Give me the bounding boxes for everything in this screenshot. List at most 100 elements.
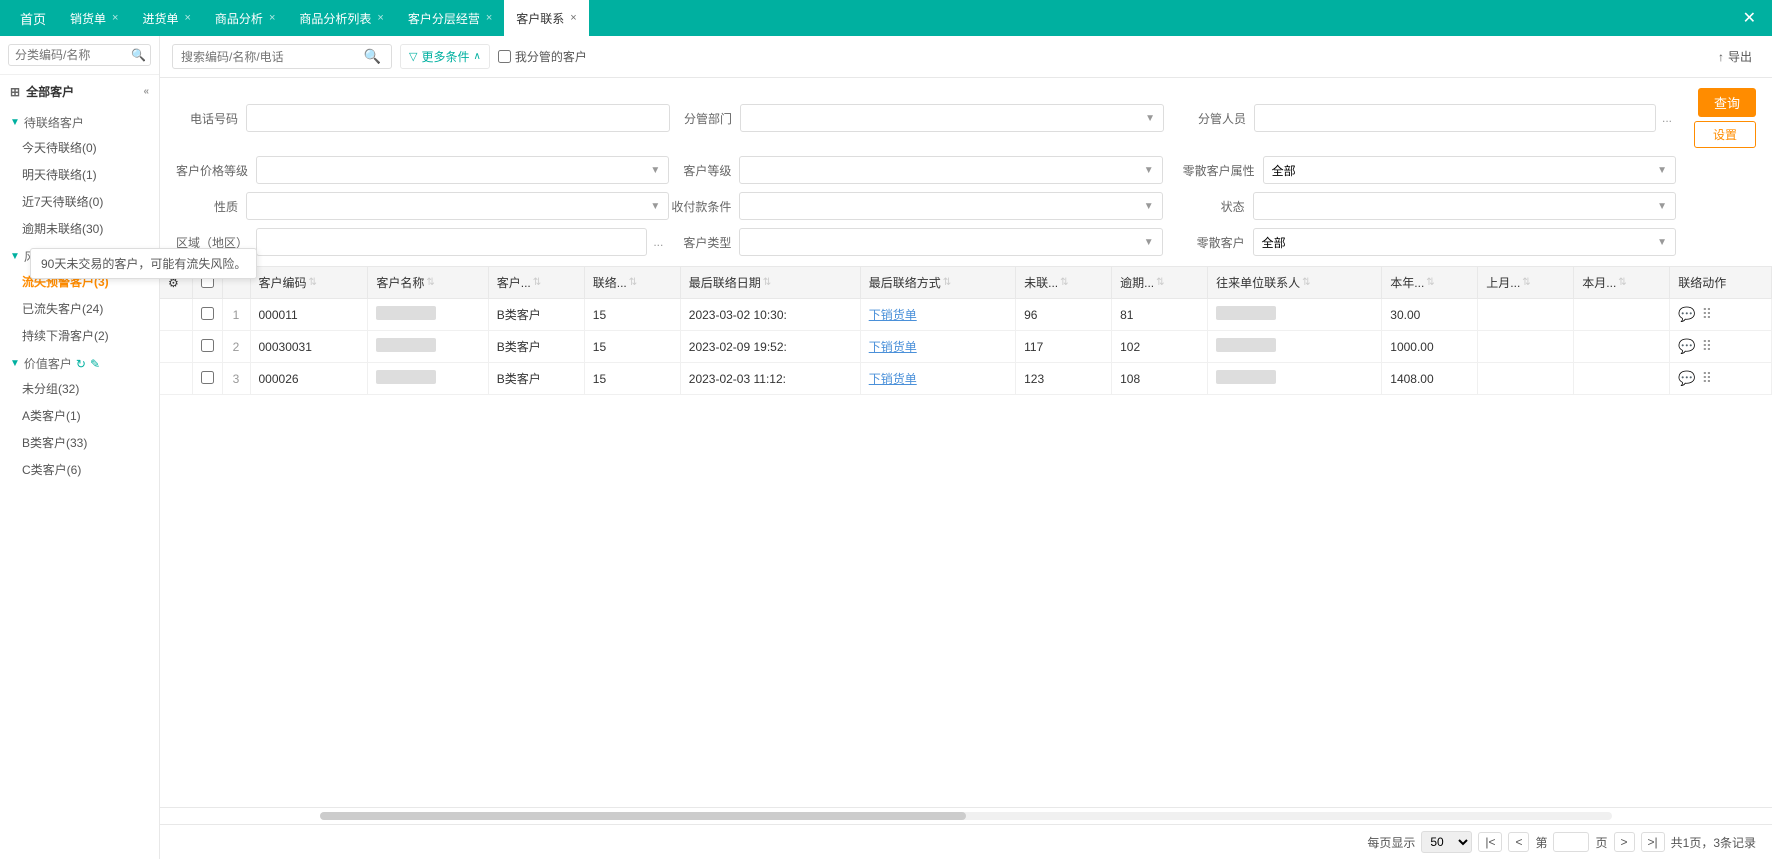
th-type[interactable]: 客户...⇅ bbox=[488, 267, 584, 299]
filter-retail-attr-select[interactable]: 全部 ▼ bbox=[1263, 156, 1676, 184]
more-icon-r2[interactable]: ⠿ bbox=[1702, 338, 1712, 355]
my-customers-checkbox[interactable] bbox=[498, 50, 511, 63]
filter-manager-select[interactable] bbox=[1254, 104, 1656, 132]
td-ty-r2: 1000.00 bbox=[1382, 331, 1478, 363]
filter-status-select[interactable]: ▼ bbox=[1253, 192, 1676, 220]
filter-price-tier-select[interactable]: ▼ bbox=[256, 156, 669, 184]
filter-phone-input[interactable] bbox=[246, 104, 670, 132]
query-button[interactable]: 查询 bbox=[1698, 88, 1756, 117]
prev-page-button[interactable]: < bbox=[1508, 832, 1529, 852]
td-name-r3 bbox=[368, 363, 488, 395]
per-page-select[interactable]: 50 100 bbox=[1421, 831, 1472, 853]
filter-dept-select[interactable]: ▼ bbox=[740, 104, 1164, 132]
my-customers-checkbox-wrap[interactable]: 我分管的客户 bbox=[498, 48, 587, 65]
more-icon-r1[interactable]: ⠿ bbox=[1702, 306, 1712, 323]
filter-nature-label: 性质 bbox=[176, 198, 246, 215]
sidebar-group-pending[interactable]: ▼ 待联络客户 bbox=[0, 108, 159, 134]
td-code-r1: 000011 bbox=[250, 299, 368, 331]
sidebar-item-tomorrow-pending[interactable]: 明天待联络(1) bbox=[0, 161, 159, 188]
filter-payment-select[interactable]: ▼ bbox=[739, 192, 1162, 220]
page-input[interactable]: 1 bbox=[1553, 832, 1589, 852]
chat-icon-r2[interactable]: 💬 bbox=[1678, 338, 1695, 355]
search-button[interactable]: 🔍 bbox=[362, 48, 383, 65]
th-contact[interactable]: 联络...⇅ bbox=[584, 267, 680, 299]
edit-value-icon[interactable]: ✎ bbox=[90, 357, 100, 371]
sidebar-item-today-pending[interactable]: 今天待联络(0) bbox=[0, 134, 159, 161]
row2-checkbox[interactable] bbox=[201, 339, 214, 352]
lct-link-r1[interactable]: 下销货单 bbox=[869, 308, 917, 322]
settings-button[interactable]: 设置 bbox=[1694, 121, 1756, 148]
first-page-button[interactable]: |< bbox=[1478, 832, 1502, 852]
tab-purchase[interactable]: 进货单 × bbox=[130, 0, 202, 36]
sort-tm-icon: ⇅ bbox=[1618, 277, 1626, 288]
tab-home[interactable]: 首页 bbox=[8, 0, 58, 36]
filter-manager-dots[interactable]: ... bbox=[1656, 111, 1678, 125]
last-page-button[interactable]: >| bbox=[1641, 832, 1665, 852]
sidebar-search-input[interactable] bbox=[8, 44, 151, 66]
tab-sales[interactable]: 销货单 × bbox=[58, 0, 130, 36]
search-input[interactable] bbox=[181, 50, 362, 64]
filter-customer-type-select[interactable]: ▼ bbox=[739, 228, 1162, 256]
horizontal-scrollbar[interactable] bbox=[320, 812, 1612, 820]
lct-link-r3[interactable]: 下销货单 bbox=[869, 372, 917, 386]
export-button[interactable]: ↑ 导出 bbox=[1710, 45, 1760, 68]
row1-checkbox[interactable] bbox=[201, 307, 214, 320]
td-checkbox-r2[interactable] bbox=[192, 331, 222, 363]
tab-customer-tier[interactable]: 客户分层经营 × bbox=[396, 0, 504, 36]
th-last-contact-date[interactable]: 最后联络日期⇅ bbox=[680, 267, 860, 299]
th-last-month[interactable]: 上月...⇅ bbox=[1478, 267, 1574, 299]
tab-product-analysis[interactable]: 商品分析 × bbox=[203, 0, 287, 36]
td-checkbox-r1[interactable] bbox=[192, 299, 222, 331]
sidebar-all-customers[interactable]: ⊞ 全部客户 « bbox=[0, 75, 159, 108]
more-icon-r3[interactable]: ⠿ bbox=[1702, 370, 1712, 387]
th-overdue[interactable]: 逾期...⇅ bbox=[1112, 267, 1208, 299]
sidebar-item-week-pending[interactable]: 近7天待联络(0) bbox=[0, 188, 159, 215]
th-unit-contact[interactable]: 往来单位联系人⇅ bbox=[1208, 267, 1382, 299]
th-this-month[interactable]: 本月...⇅ bbox=[1574, 267, 1670, 299]
td-lct-r3[interactable]: 下销货单 bbox=[860, 363, 1015, 395]
sidebar-item-ungrouped[interactable]: 未分组(32) bbox=[0, 375, 159, 402]
sidebar-item-overdue-contact[interactable]: 逾期未联络(30) bbox=[0, 215, 159, 242]
more-filter-button[interactable]: ▽ 更多条件 ∧ bbox=[400, 44, 490, 69]
per-page-label: 每页显示 bbox=[1367, 834, 1415, 851]
th-name[interactable]: 客户名称⇅ bbox=[368, 267, 488, 299]
chat-icon-r1[interactable]: 💬 bbox=[1678, 306, 1695, 323]
filter-customer-tier-select[interactable]: ▼ bbox=[739, 156, 1162, 184]
sidebar-item-declining[interactable]: 持续下滑客户(2) bbox=[0, 322, 159, 349]
next-page-button[interactable]: > bbox=[1614, 832, 1635, 852]
window-close-button[interactable]: ✕ bbox=[1735, 8, 1764, 28]
refresh-value-icon[interactable]: ↻ bbox=[76, 357, 86, 371]
tab-product-analysis-list[interactable]: 商品分析列表 × bbox=[287, 0, 395, 36]
scrollbar-thumb[interactable] bbox=[320, 812, 966, 820]
filter-retail-customer-select[interactable]: 全部 ▼ bbox=[1253, 228, 1676, 256]
filter-region-dots[interactable]: ... bbox=[647, 235, 669, 249]
td-lct-r1[interactable]: 下销货单 bbox=[860, 299, 1015, 331]
filter-nature-select[interactable]: ▼ bbox=[246, 192, 669, 220]
sidebar-item-class-a[interactable]: A类客户(1) bbox=[0, 402, 159, 429]
td-checkbox-r3[interactable] bbox=[192, 363, 222, 395]
th-this-year[interactable]: 本年...⇅ bbox=[1382, 267, 1478, 299]
sort-lct-icon: ⇅ bbox=[943, 277, 951, 288]
tab-purchase-close[interactable]: × bbox=[184, 12, 190, 24]
sidebar-group-value[interactable]: ▼ 价值客户 ↻ ✎ bbox=[0, 349, 159, 375]
collapse-icon[interactable]: « bbox=[143, 86, 149, 97]
lct-link-r2[interactable]: 下销货单 bbox=[869, 340, 917, 354]
row3-checkbox[interactable] bbox=[201, 371, 214, 384]
tab-product-analysis-list-close[interactable]: × bbox=[377, 12, 383, 24]
td-lct-r2[interactable]: 下销货单 bbox=[860, 331, 1015, 363]
th-code[interactable]: 客户编码⇅ bbox=[250, 267, 368, 299]
filter-region-select[interactable] bbox=[256, 228, 647, 256]
tab-customer-link[interactable]: 客户联系 × bbox=[504, 0, 588, 36]
sidebar-item-class-c[interactable]: C类客户(6) bbox=[0, 456, 159, 483]
sidebar-item-class-b[interactable]: B类客户(33) bbox=[0, 429, 159, 456]
th-last-contact-type[interactable]: 最后联络方式⇅ bbox=[860, 267, 1015, 299]
th-un-contact[interactable]: 未联...⇅ bbox=[1016, 267, 1112, 299]
top-nav: 首页 销货单 × 进货单 × 商品分析 × 商品分析列表 × 客户分层经营 × … bbox=[0, 0, 1772, 36]
tab-sales-close[interactable]: × bbox=[112, 12, 118, 24]
tab-customer-tier-close[interactable]: × bbox=[486, 12, 492, 24]
chat-icon-r3[interactable]: 💬 bbox=[1678, 370, 1695, 387]
filter-row-1: 电话号码 分管部门 ▼ 分管人员 ... bbox=[176, 88, 1756, 148]
sidebar-item-lost[interactable]: 已流失客户(24) bbox=[0, 295, 159, 322]
tab-customer-link-close[interactable]: × bbox=[570, 12, 576, 24]
tab-product-analysis-close[interactable]: × bbox=[269, 12, 275, 24]
